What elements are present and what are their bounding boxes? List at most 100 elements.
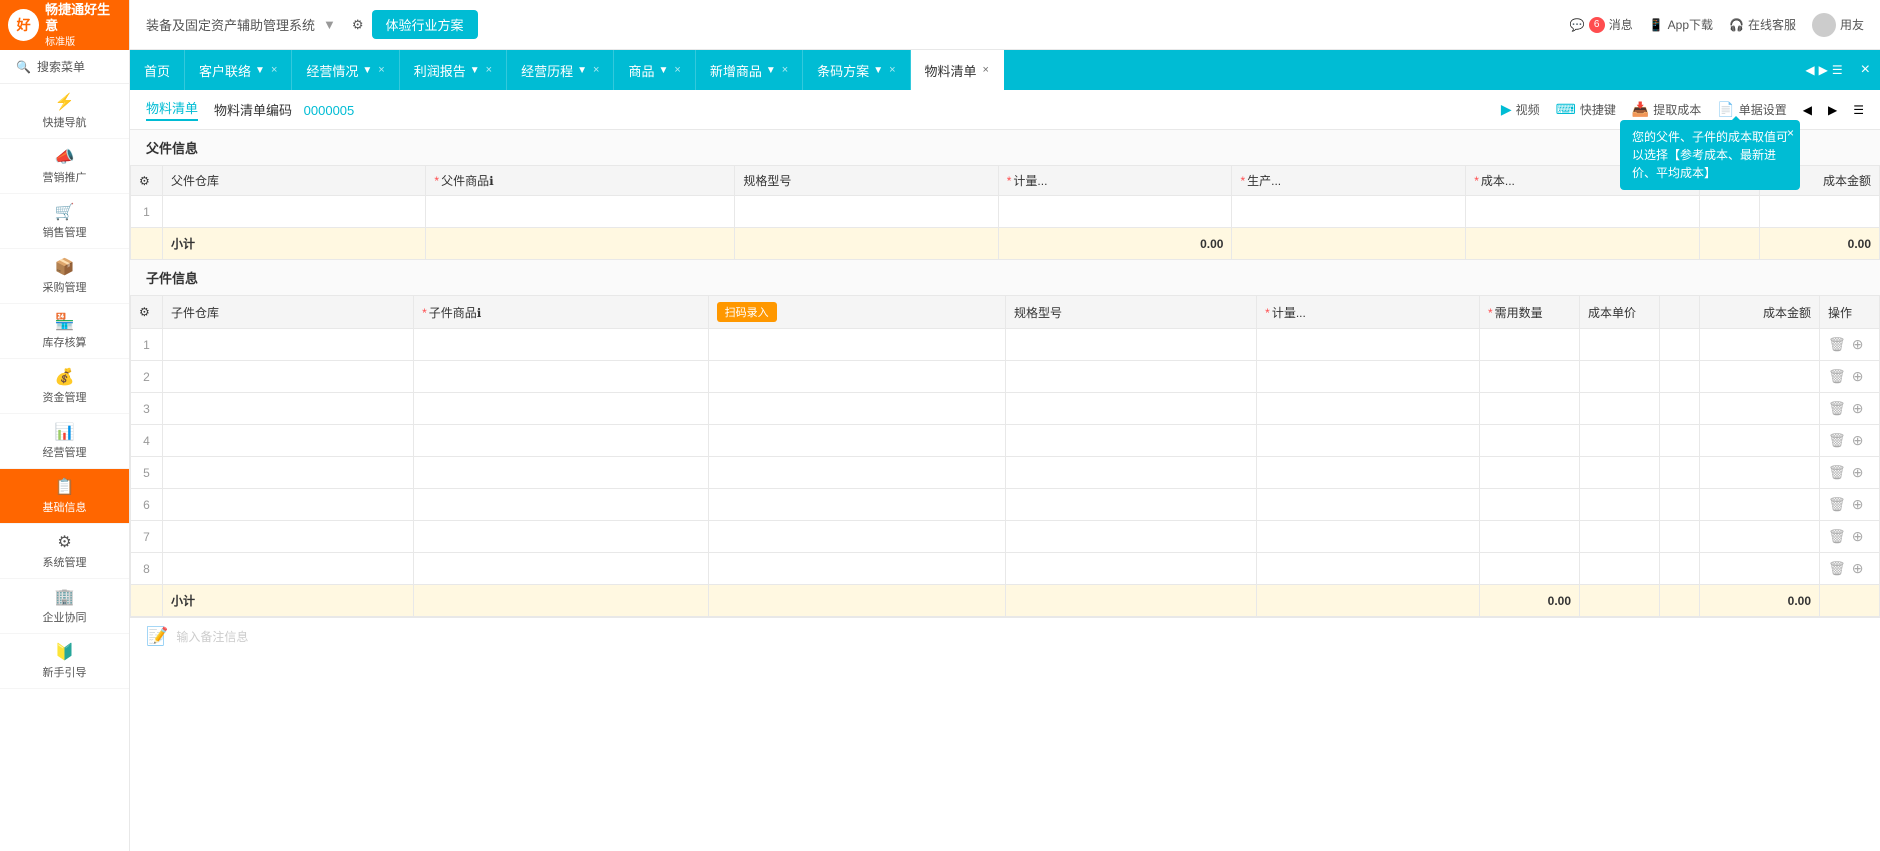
child-warehouse-1[interactable] xyxy=(163,329,414,361)
parent-col-settings[interactable]: ⚙ xyxy=(131,166,163,196)
sidebar-item-guide[interactable]: 🔰 新手引导 xyxy=(0,634,129,689)
note-placeholder[interactable]: 输入备注信息 xyxy=(176,628,248,645)
tab-customer-close[interactable]: × xyxy=(271,64,277,76)
tab-history-close[interactable]: × xyxy=(593,64,599,76)
child-goods-2[interactable] xyxy=(414,361,708,393)
tab-profit-report[interactable]: 利润报告 ▼ × xyxy=(400,50,507,90)
child-unit-cost-1[interactable] xyxy=(1580,329,1660,361)
settings-icon[interactable]: ⚙ xyxy=(352,17,364,33)
parent-cost-type-1[interactable] xyxy=(1466,196,1700,228)
child-qty-needed-5[interactable] xyxy=(1480,457,1580,489)
sidebar-item-quick-nav[interactable]: ⚡ 快捷导航 xyxy=(0,84,129,139)
child-col-settings[interactable]: ⚙ xyxy=(131,296,163,329)
child-warehouse-8[interactable] xyxy=(163,553,414,585)
child-goods-5[interactable] xyxy=(414,457,708,489)
child-goods-1[interactable] xyxy=(414,329,708,361)
child-goods-8[interactable] xyxy=(414,553,708,585)
tab-next-icon[interactable]: ▶ xyxy=(1819,63,1828,77)
child-spec-6[interactable] xyxy=(1006,489,1257,521)
child-qty-needed-2[interactable] xyxy=(1480,361,1580,393)
child-spec-4[interactable] xyxy=(1006,425,1257,457)
tab-operations-history[interactable]: 经营历程 ▼ × xyxy=(507,50,614,90)
child-unit-cost-4[interactable] xyxy=(1580,425,1660,457)
tab-barcode[interactable]: 条码方案 ▼ × xyxy=(803,50,910,90)
delete-icon-1[interactable]: 🗑 xyxy=(1828,336,1846,353)
child-unit-3[interactable] xyxy=(1257,393,1480,425)
child-spec-2[interactable] xyxy=(1006,361,1257,393)
copy-icon-6[interactable]: ⊕ xyxy=(1852,496,1864,513)
sidebar-item-marketing[interactable]: 📣 营销推广 xyxy=(0,139,129,194)
copy-icon-2[interactable]: ⊕ xyxy=(1852,368,1864,385)
child-goods-4[interactable] xyxy=(414,425,708,457)
child-unit-cost-6[interactable] xyxy=(1580,489,1660,521)
child-qty-needed-3[interactable] xyxy=(1480,393,1580,425)
child-spec-3[interactable] xyxy=(1006,393,1257,425)
child-warehouse-5[interactable] xyxy=(163,457,414,489)
delete-icon-2[interactable]: 🗑 xyxy=(1828,368,1846,385)
extract-cost-btn[interactable]: 📥 提取成本 xyxy=(1632,101,1701,118)
child-goods-6[interactable] xyxy=(414,489,708,521)
search-menu[interactable]: 🔍 搜索菜单 xyxy=(0,50,129,84)
child-unit-cost-7[interactable] xyxy=(1580,521,1660,553)
pagination-next[interactable]: ▶ xyxy=(1828,103,1837,117)
list-view-icon[interactable]: ☰ xyxy=(1853,103,1864,117)
tab-goods-close[interactable]: × xyxy=(674,64,680,76)
view-video-btn[interactable]: ▶ 视频 xyxy=(1501,101,1540,118)
pagination-prev[interactable]: ◀ xyxy=(1803,103,1812,117)
child-unit-cost-3[interactable] xyxy=(1580,393,1660,425)
tab-prev-icon[interactable]: ◀ xyxy=(1805,63,1814,77)
user-item[interactable]: 用友 xyxy=(1812,13,1864,37)
scan-input-btn[interactable]: 扫码录入 xyxy=(717,302,777,322)
child-unit-8[interactable] xyxy=(1257,553,1480,585)
child-qty-needed-6[interactable] xyxy=(1480,489,1580,521)
parent-qty-1[interactable] xyxy=(998,196,1232,228)
child-unit-6[interactable] xyxy=(1257,489,1480,521)
copy-icon-5[interactable]: ⊕ xyxy=(1852,464,1864,481)
child-unit-4[interactable] xyxy=(1257,425,1480,457)
parent-goods-1[interactable] xyxy=(426,196,735,228)
tab-new-goods[interactable]: 新增商品 ▼ × xyxy=(696,50,803,90)
child-warehouse-4[interactable] xyxy=(163,425,414,457)
tab-operations-status[interactable]: 经营情况 ▼ × xyxy=(292,50,399,90)
child-warehouse-6[interactable] xyxy=(163,489,414,521)
child-qty-needed-8[interactable] xyxy=(1480,553,1580,585)
child-warehouse-7[interactable] xyxy=(163,521,414,553)
tab-new-goods-close[interactable]: × xyxy=(782,64,788,76)
copy-icon-1[interactable]: ⊕ xyxy=(1852,336,1864,353)
child-warehouse-2[interactable] xyxy=(163,361,414,393)
sidebar-item-inventory[interactable]: 🏪 库存核算 xyxy=(0,304,129,359)
form-tab-material[interactable]: 物料清单 xyxy=(146,98,198,121)
tab-home[interactable]: 首页 xyxy=(130,50,185,90)
child-spec-1[interactable] xyxy=(1006,329,1257,361)
child-unit-7[interactable] xyxy=(1257,521,1480,553)
copy-icon-7[interactable]: ⊕ xyxy=(1852,528,1864,545)
delete-icon-3[interactable]: 🗑 xyxy=(1828,400,1846,417)
parent-prod-1[interactable] xyxy=(1232,196,1466,228)
child-goods-3[interactable] xyxy=(414,393,708,425)
experience-button[interactable]: 体验行业方案 xyxy=(372,10,478,39)
tab-customer[interactable]: 客户联络 ▼ × xyxy=(185,50,292,90)
delete-icon-5[interactable]: 🗑 xyxy=(1828,464,1846,481)
tab-profit-close[interactable]: × xyxy=(486,64,492,76)
nav-close-icon[interactable]: × xyxy=(1851,61,1880,79)
child-warehouse-3[interactable] xyxy=(163,393,414,425)
tab-material-close[interactable]: × xyxy=(983,64,989,76)
sidebar-item-purchase[interactable]: 📦 采购管理 xyxy=(0,249,129,304)
sidebar-item-sales[interactable]: 🛒 销售管理 xyxy=(0,194,129,249)
delete-icon-7[interactable]: 🗑 xyxy=(1828,528,1846,545)
sidebar-item-finance[interactable]: 💰 资金管理 xyxy=(0,359,129,414)
child-goods-7[interactable] xyxy=(414,521,708,553)
child-qty-needed-1[interactable] xyxy=(1480,329,1580,361)
single-settings-btn[interactable]: 📄 单据设置 xyxy=(1717,101,1786,118)
sidebar-item-operations[interactable]: 📊 经营管理 xyxy=(0,414,129,469)
tab-barcode-close[interactable]: × xyxy=(889,64,895,76)
child-spec-7[interactable] xyxy=(1006,521,1257,553)
sidebar-item-system[interactable]: ⚙ 系统管理 xyxy=(0,524,129,579)
app-download-item[interactable]: 📱 App下载 xyxy=(1649,16,1713,33)
sidebar-item-basic-info[interactable]: 📋 基础信息 xyxy=(0,469,129,524)
copy-icon-8[interactable]: ⊕ xyxy=(1852,560,1864,577)
child-unit-1[interactable] xyxy=(1257,329,1480,361)
online-service-item[interactable]: 🎧 在线客服 xyxy=(1729,16,1796,33)
tab-menu-icon[interactable]: ☰ xyxy=(1832,63,1843,77)
delete-icon-6[interactable]: 🗑 xyxy=(1828,496,1846,513)
